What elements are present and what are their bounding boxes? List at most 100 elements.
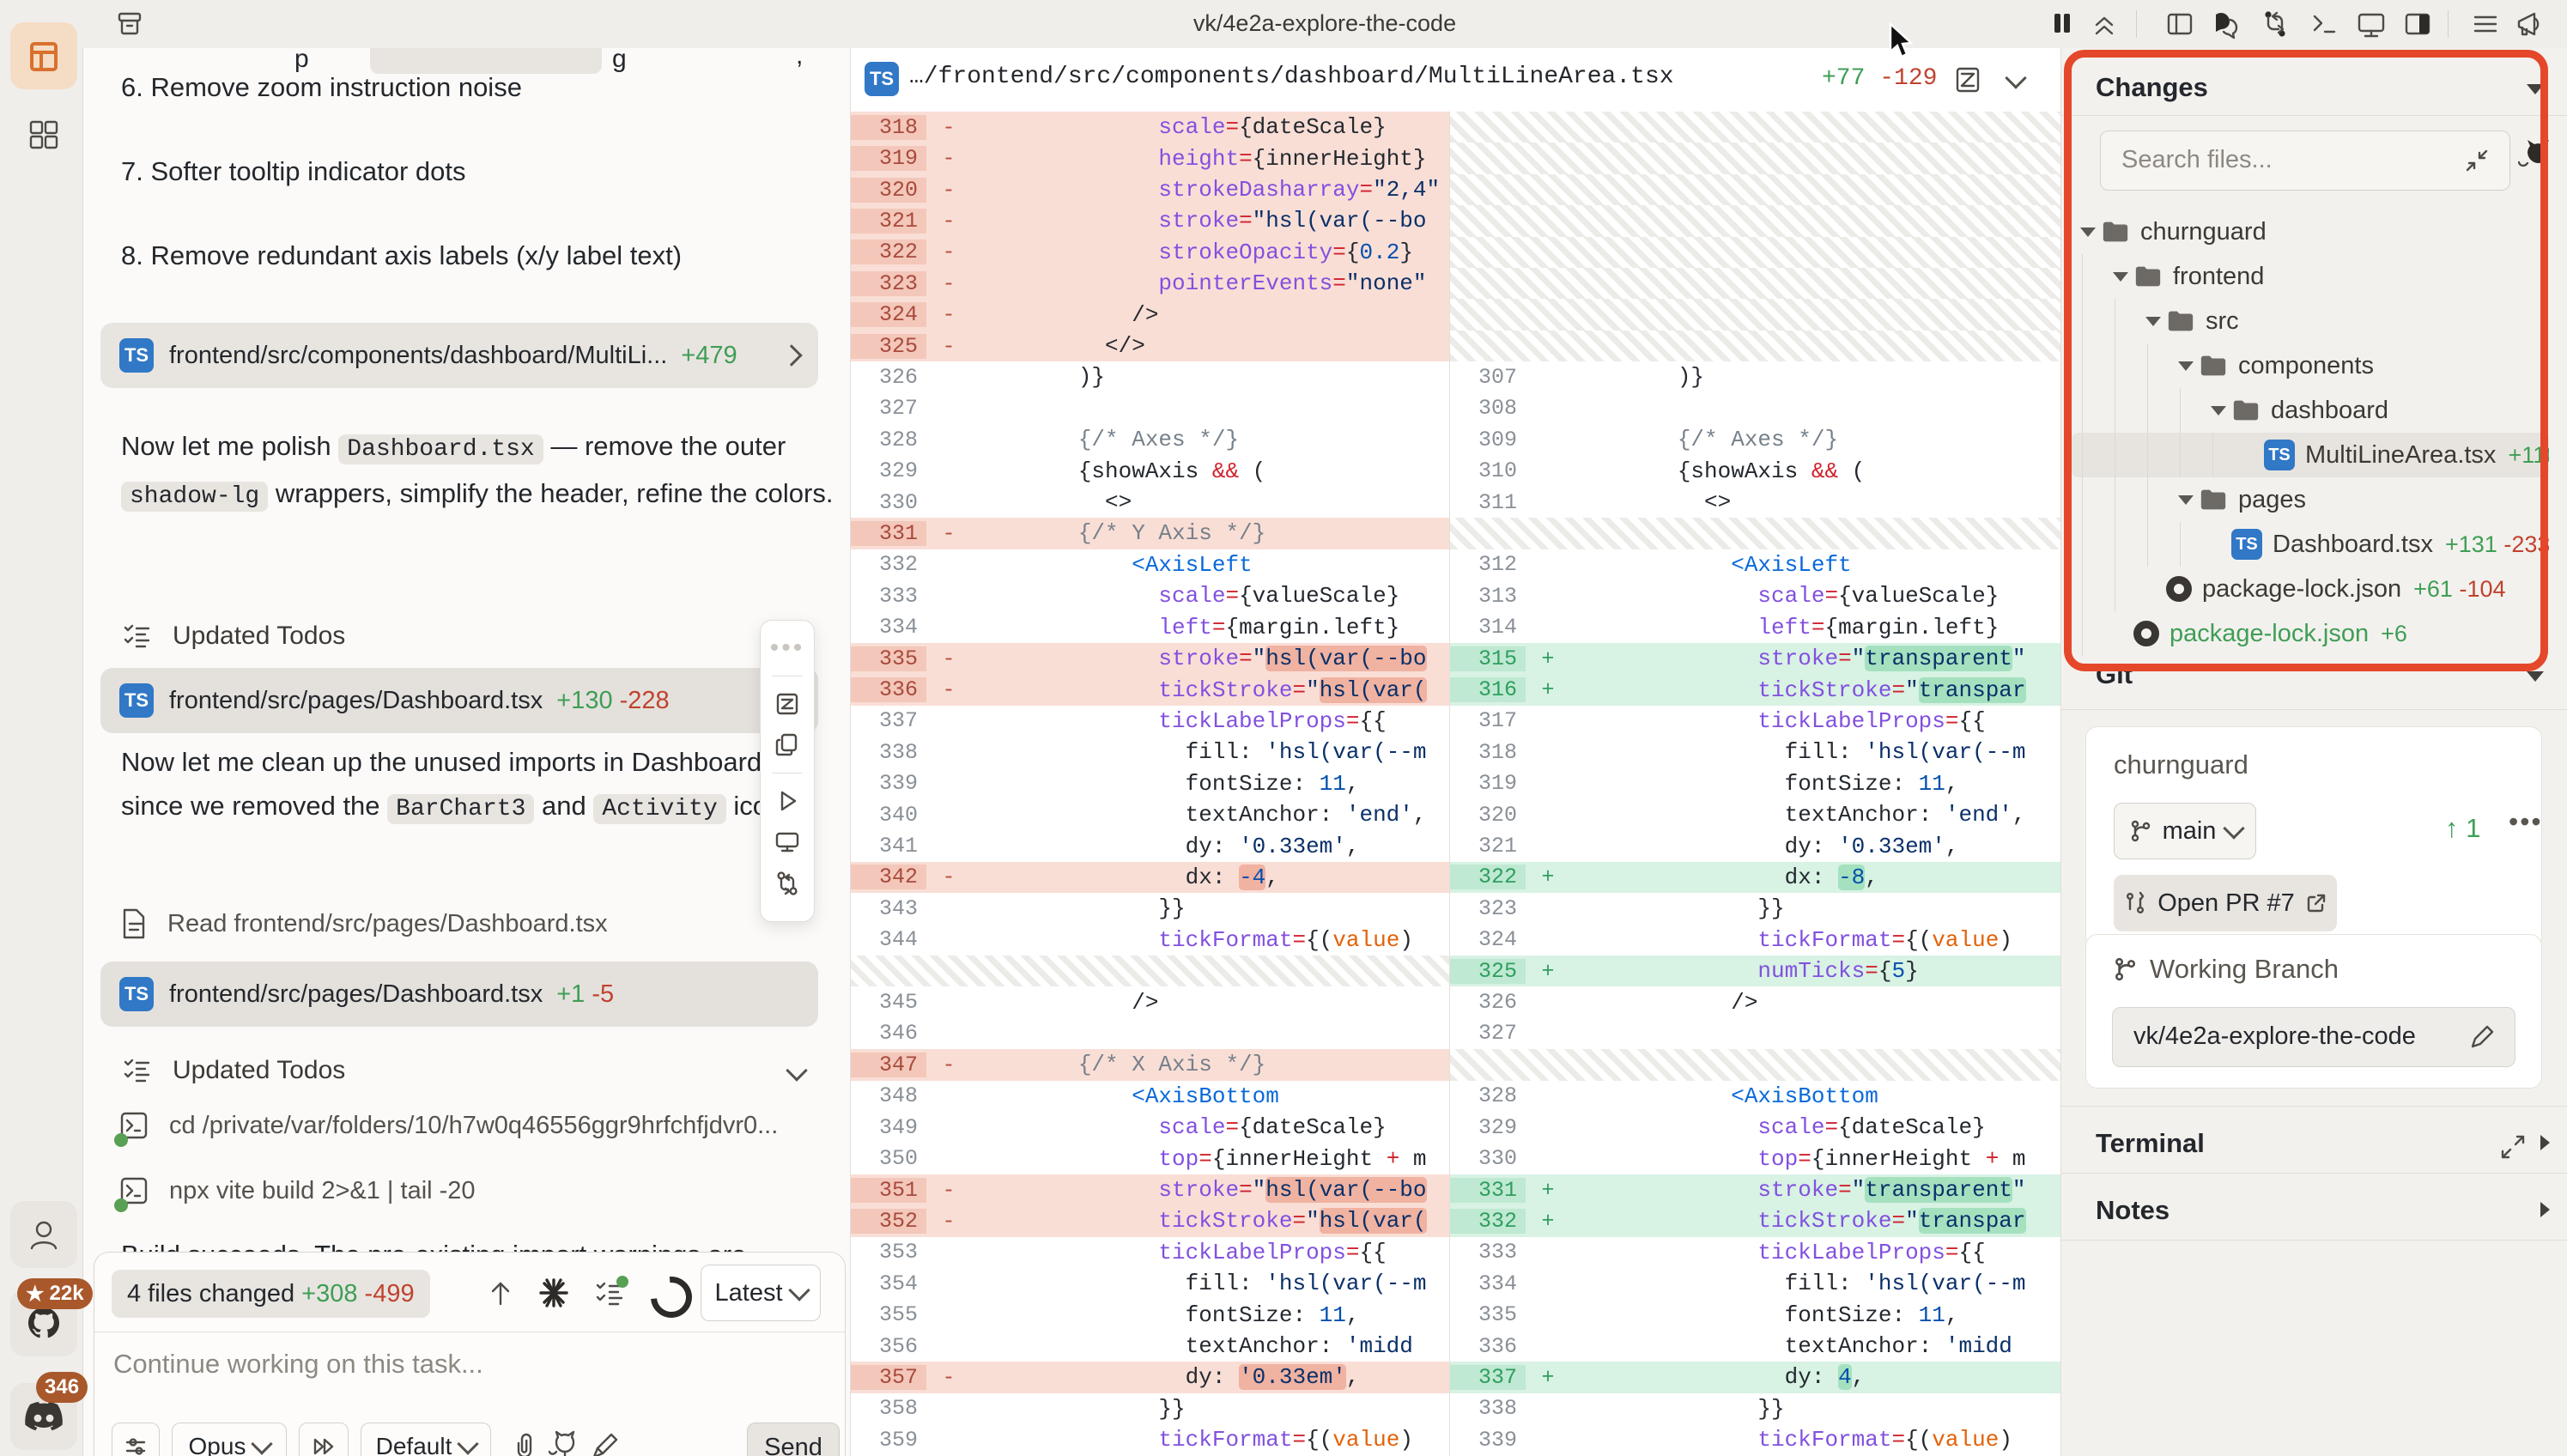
tree-file-package-lock.json[interactable]: package-lock.json+6 bbox=[2072, 611, 2549, 656]
inline-code-chip: Activity bbox=[593, 794, 725, 824]
file-change-chip[interactable]: TS frontend/src/pages/Dashboard.tsx +1 -… bbox=[100, 962, 818, 1027]
tree-file-Dashboard.tsx[interactable]: TSDashboard.tsx+131 -233 bbox=[2072, 522, 2549, 567]
search-files-input[interactable]: Search files... bbox=[2100, 130, 2510, 191]
files-changed-chip[interactable]: 4 files changed +308 -499 bbox=[112, 1270, 430, 1318]
diff-sign: + bbox=[1526, 959, 1570, 984]
collapse-icon[interactable] bbox=[2088, 8, 2121, 40]
composer-input[interactable]: Continue working on this task... bbox=[113, 1349, 483, 1380]
line-number: 339 bbox=[851, 771, 926, 796]
tree-folder-dashboard[interactable]: dashboard bbox=[2072, 388, 2549, 433]
read-file-row[interactable]: Read frontend/src/pages/Dashboard.tsx bbox=[118, 907, 608, 941]
package-file-icon bbox=[2133, 621, 2159, 646]
send-button[interactable]: Send bbox=[747, 1423, 840, 1456]
open-pr-button[interactable]: Open PR #7 bbox=[2114, 875, 2337, 931]
line-number: 346 bbox=[851, 1021, 926, 1046]
chat-bubbles-icon[interactable] bbox=[2209, 8, 2242, 40]
diff-sign: + bbox=[1526, 864, 1570, 889]
terminal-command-row[interactable]: cd /private/var/folders/10/h7w0q46556ggr… bbox=[118, 1109, 778, 1142]
kanban-view-button[interactable] bbox=[10, 101, 77, 168]
caret-down-icon[interactable] bbox=[2080, 228, 2096, 237]
tree-folder-src[interactable]: src bbox=[2072, 299, 2549, 343]
more-options-icon[interactable]: ••• bbox=[2509, 806, 2543, 838]
menu-icon[interactable] bbox=[2469, 8, 2502, 40]
monitor-icon[interactable] bbox=[773, 822, 802, 863]
app-logo-button[interactable] bbox=[10, 22, 77, 89]
line-number: 358 bbox=[851, 1396, 926, 1421]
line-number: 330 bbox=[851, 490, 926, 515]
tree-folder-pages[interactable]: pages bbox=[2072, 477, 2549, 522]
code-text: dx: -8, bbox=[1570, 864, 2060, 890]
terminal-icon[interactable] bbox=[2308, 8, 2340, 40]
caret-down-icon[interactable] bbox=[2113, 272, 2128, 282]
diff-sign: - bbox=[926, 240, 971, 264]
diff-body[interactable]: 318- scale={dateScale}319- height={inner… bbox=[851, 112, 2060, 1456]
chevron-down-icon[interactable] bbox=[2008, 70, 2024, 90]
account-button[interactable] bbox=[10, 1201, 77, 1268]
tree-item-label: churnguard bbox=[2140, 218, 2267, 246]
cat-icon[interactable] bbox=[2518, 137, 2558, 177]
paperclip-icon[interactable] bbox=[508, 1429, 541, 1456]
line-number: 322 bbox=[1450, 864, 1526, 889]
diff-icon[interactable] bbox=[773, 683, 802, 725]
expand-caret-icon[interactable] bbox=[2540, 1202, 2550, 1217]
tree-folder-churnguard[interactable]: churnguard bbox=[2072, 209, 2549, 254]
caret-down-icon[interactable] bbox=[2178, 361, 2194, 371]
caret-down-icon[interactable] bbox=[2145, 317, 2161, 326]
collapse-caret-icon[interactable] bbox=[2527, 84, 2544, 94]
copy-icon[interactable] bbox=[773, 725, 802, 766]
monitor-icon[interactable] bbox=[2354, 8, 2387, 40]
indent-guide bbox=[2212, 433, 2235, 477]
updated-todos-row[interactable]: Updated Todos bbox=[121, 1051, 818, 1090]
new-diff-line: 316+ tickStroke="transpar bbox=[1450, 674, 2060, 705]
settings-sliders-button[interactable] bbox=[112, 1423, 160, 1456]
tree-folder-frontend[interactable]: frontend bbox=[2072, 254, 2549, 299]
expand-caret-icon[interactable] bbox=[2540, 1135, 2550, 1150]
model-dropdown[interactable]: Opus bbox=[172, 1423, 287, 1456]
updated-todos-row[interactable]: Updated Todos bbox=[121, 616, 818, 656]
pencil-icon[interactable] bbox=[2467, 1022, 2497, 1053]
pen-icon[interactable] bbox=[589, 1429, 622, 1456]
line-number: 326 bbox=[1450, 990, 1526, 1015]
megaphone-icon[interactable] bbox=[2514, 8, 2546, 40]
mode-dropdown[interactable]: Default bbox=[361, 1423, 491, 1456]
line-number: 329 bbox=[851, 458, 926, 483]
compress-icon[interactable] bbox=[2461, 145, 2492, 176]
panel-left-icon[interactable] bbox=[2163, 8, 2196, 40]
terminal-command-row[interactable]: npx vite build 2>&1 | tail -20 bbox=[118, 1174, 476, 1207]
file-change-chip[interactable]: TS frontend/src/components/dashboard/Mul… bbox=[100, 323, 818, 388]
tree-file-MultiLineArea.tsx[interactable]: TSMultiLineArea.tsx+110 -162 bbox=[2072, 433, 2549, 477]
fast-forward-button[interactable] bbox=[299, 1423, 349, 1456]
up-arrow-icon[interactable] bbox=[482, 1275, 519, 1311]
play-icon[interactable] bbox=[773, 780, 802, 822]
more-options-icon[interactable]: ••• bbox=[770, 628, 805, 669]
pause-icon[interactable] bbox=[2047, 8, 2079, 40]
git-compare-icon[interactable] bbox=[773, 863, 802, 904]
caret-down-icon[interactable] bbox=[2211, 406, 2226, 416]
working-branch-title: Working Branch bbox=[2150, 954, 2339, 985]
line-number: 332 bbox=[1450, 1209, 1526, 1234]
panel-right-icon[interactable] bbox=[2401, 8, 2434, 40]
working-branch-card: Working Branch vk/4e2a-explore-the-code bbox=[2085, 934, 2542, 1089]
inline-code-chip: shadow-lg bbox=[121, 482, 268, 512]
latest-dropdown[interactable]: Latest bbox=[701, 1265, 821, 1321]
cat-icon[interactable] bbox=[548, 1429, 582, 1456]
todo-list-toggle-icon[interactable] bbox=[592, 1275, 630, 1313]
tree-folder-components[interactable]: components bbox=[2072, 343, 2549, 388]
diff-new-column: 307 )}308309 {/* Axes */}310 {showAxis &… bbox=[1450, 112, 2060, 1456]
diff-view-icon[interactable] bbox=[1951, 64, 1984, 96]
line-number: 349 bbox=[851, 1115, 926, 1140]
line-number: 307 bbox=[1450, 365, 1526, 390]
git-card: churnguard main ↑ 1 ••• Open PR #7 bbox=[2085, 726, 2542, 949]
branch-dropdown[interactable]: main bbox=[2114, 803, 2256, 859]
caret-down-icon[interactable] bbox=[2178, 495, 2194, 505]
file-change-chip[interactable]: TS frontend/src/pages/Dashboard.tsx +130… bbox=[100, 668, 818, 733]
tree-file-package-lock.json[interactable]: package-lock.json+61 -104 bbox=[2072, 567, 2549, 611]
working-branch-input[interactable]: vk/4e2a-explore-the-code bbox=[2112, 1007, 2515, 1067]
line-number: 341 bbox=[851, 834, 926, 858]
line-number: 328 bbox=[1450, 1083, 1526, 1108]
old-diff-line: 331- {/* Y Axis */} bbox=[851, 518, 1449, 549]
spark-icon[interactable] bbox=[536, 1275, 572, 1311]
expand-icon[interactable] bbox=[2497, 1131, 2528, 1162]
collapse-caret-icon[interactable] bbox=[2527, 671, 2544, 682]
git-network-icon[interactable] bbox=[2259, 8, 2291, 40]
